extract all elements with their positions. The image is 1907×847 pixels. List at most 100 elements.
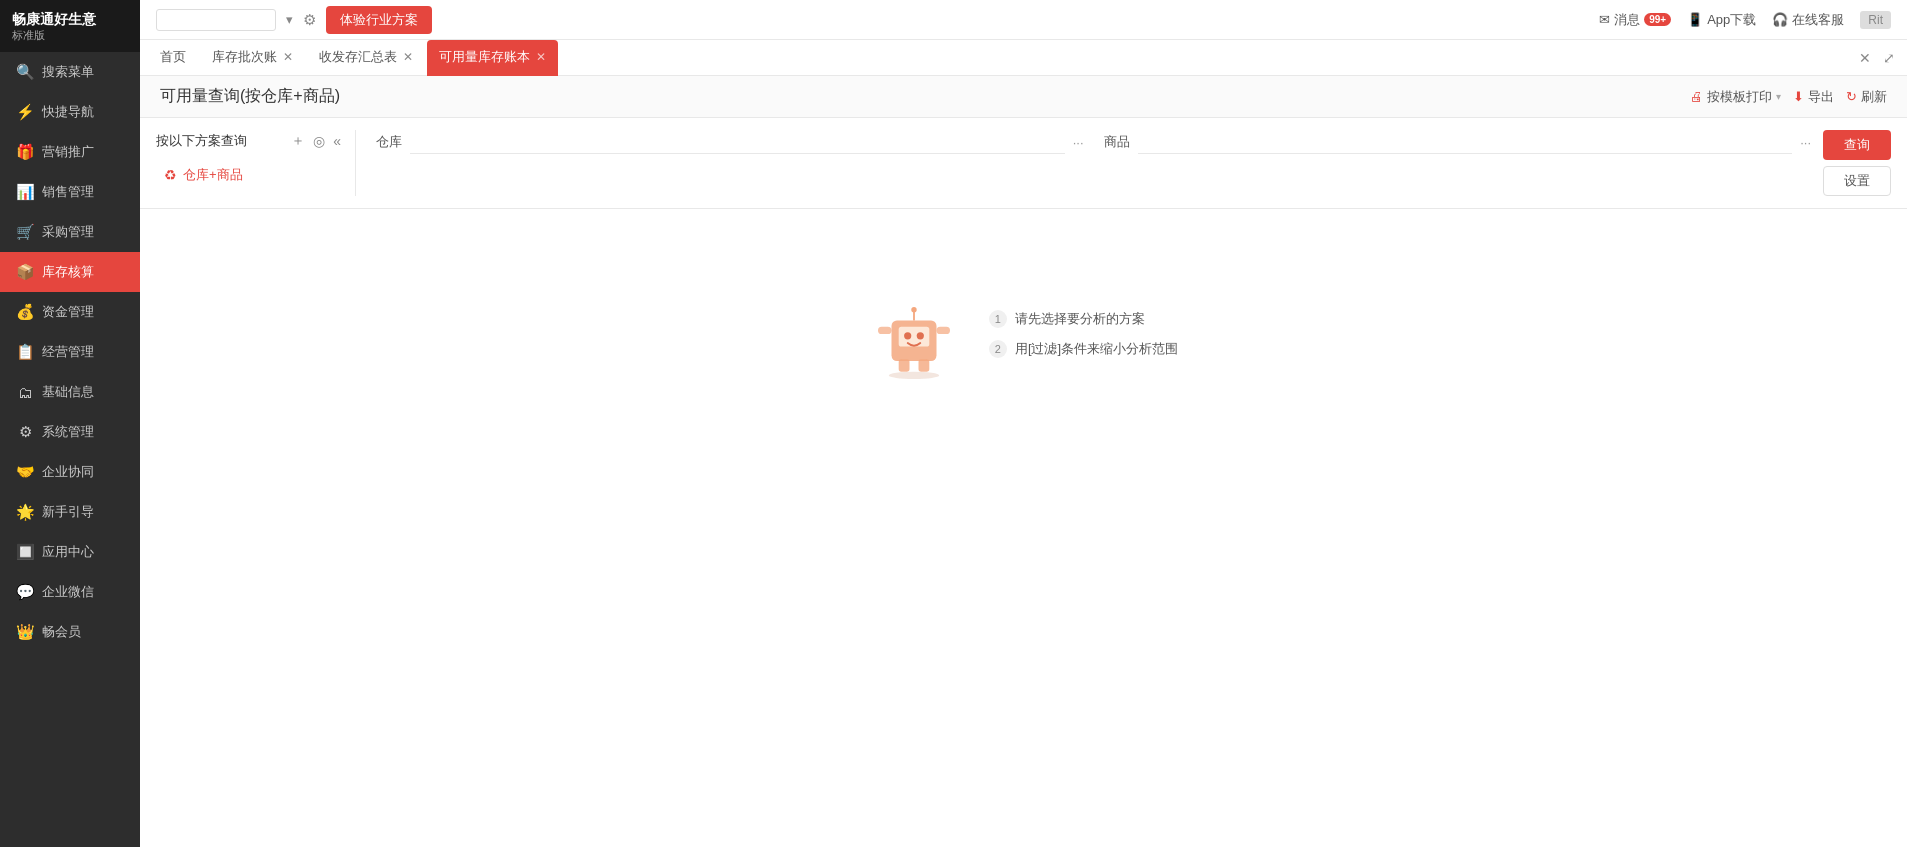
- product-label: 商品: [1104, 133, 1130, 151]
- sidebar-item-search[interactable]: 🔍 搜索菜单: [0, 52, 140, 92]
- sidebar-icon-shortcut: ⚡: [16, 103, 34, 121]
- close-window-icon[interactable]: ✕: [1855, 50, 1875, 66]
- tab-label-available: 可用量库存账本: [439, 48, 530, 66]
- sidebar-label-shortcut: 快捷导航: [42, 103, 94, 121]
- messages-badge: 99+: [1644, 13, 1671, 26]
- empty-tip-2: 2 用[过滤]条件来缩小分析范围: [989, 340, 1178, 358]
- tip-2-text: 用[过滤]条件来缩小分析范围: [1015, 340, 1178, 358]
- page-header: 可用量查询(按仓库+商品) 🖨 按模板打印 ▾ ⬇ 导出 ↻ 刷新: [140, 76, 1907, 118]
- refresh-icon: ↻: [1846, 89, 1857, 104]
- refresh-button[interactable]: ↻ 刷新: [1846, 88, 1887, 106]
- tab-home[interactable]: 首页: [148, 40, 198, 76]
- svg-point-3: [917, 332, 924, 339]
- scheme-label: 按以下方案查询: [156, 132, 247, 150]
- trial-button[interactable]: 体验行业方案: [326, 6, 432, 34]
- sidebar-item-purchase[interactable]: 🛒 采购管理: [0, 212, 140, 252]
- sidebar-item-wechat[interactable]: 💬 企业微信: [0, 572, 140, 612]
- app-name: 畅康通好生意: [12, 10, 128, 28]
- tab-batch[interactable]: 库存批次账 ✕: [200, 40, 305, 76]
- empty-state: 1 请先选择要分析的方案 2 用[过滤]条件来缩小分析范围: [140, 209, 1907, 459]
- print-label: 按模板打印: [1707, 88, 1772, 106]
- tip-num-2: 2: [989, 340, 1007, 358]
- sidebar-item-enterprise[interactable]: 🤝 企业协同: [0, 452, 140, 492]
- empty-visual: 1 请先选择要分析的方案 2 用[过滤]条件来缩小分析范围: [869, 289, 1178, 379]
- topbar-dropdown-icon[interactable]: ▾: [286, 12, 293, 27]
- print-button[interactable]: 🖨 按模板打印 ▾: [1690, 88, 1781, 106]
- app-version: 标准版: [12, 28, 128, 42]
- sidebar-item-marketing[interactable]: 🎁 营销推广: [0, 132, 140, 172]
- svg-rect-9: [918, 359, 929, 372]
- sidebar-item-shortcut[interactable]: ⚡ 快捷导航: [0, 92, 140, 132]
- topbar-gear-icon[interactable]: ⚙: [303, 11, 316, 29]
- tab-label-summary: 收发存汇总表: [319, 48, 397, 66]
- sidebar-item-basic[interactable]: 🗂 基础信息: [0, 372, 140, 412]
- filter-row: 仓库 ··· 商品 ···: [376, 130, 1811, 154]
- user-avatar[interactable]: Rit: [1860, 11, 1891, 29]
- sidebar-item-finance[interactable]: 💰 资金管理: [0, 292, 140, 332]
- sidebar-icon-enterprise: 🤝: [16, 463, 34, 481]
- tab-close-batch[interactable]: ✕: [283, 50, 293, 64]
- tabs-bar: 首页库存批次账 ✕ 收发存汇总表 ✕ 可用量库存账本 ✕ ✕ ⤢: [140, 40, 1907, 76]
- sidebar-icon-finance: 💰: [16, 303, 34, 321]
- sidebar-icon-guide: 🌟: [16, 503, 34, 521]
- tab-close-available[interactable]: ✕: [536, 50, 546, 64]
- tip-1-text: 请先选择要分析的方案: [1015, 310, 1145, 328]
- sidebar-item-system[interactable]: ⚙ 系统管理: [0, 412, 140, 452]
- svg-point-2: [904, 332, 911, 339]
- app-download-button[interactable]: 📱 App下载: [1687, 11, 1756, 29]
- svg-rect-6: [878, 327, 892, 334]
- scheme-item-warehouse-product[interactable]: ♻ 仓库+商品: [156, 160, 343, 190]
- topbar-search-input[interactable]: [156, 9, 276, 31]
- product-filter: 商品 ···: [1104, 130, 1812, 154]
- sidebar-item-operations[interactable]: 📋 经营管理: [0, 332, 140, 372]
- warehouse-input[interactable]: [410, 130, 1065, 154]
- sidebar-icon-purchase: 🛒: [16, 223, 34, 241]
- svg-rect-7: [936, 327, 950, 334]
- sidebar-label-sales: 销售管理: [42, 183, 94, 201]
- product-more-icon[interactable]: ···: [1800, 135, 1811, 150]
- sidebar-icon-basic: 🗂: [16, 384, 34, 401]
- scheme-add-button[interactable]: ＋: [289, 130, 307, 152]
- sidebar-icon-wechat: 💬: [16, 583, 34, 601]
- sidebar-icon-sales: 📊: [16, 183, 34, 201]
- export-button[interactable]: ⬇ 导出: [1793, 88, 1834, 106]
- scheme-settings-button[interactable]: ◎: [311, 130, 327, 152]
- page-content: 可用量查询(按仓库+商品) 🖨 按模板打印 ▾ ⬇ 导出 ↻ 刷新: [140, 76, 1907, 847]
- sidebar-item-member[interactable]: 👑 畅会员: [0, 612, 140, 652]
- tab-available[interactable]: 可用量库存账本 ✕: [427, 40, 558, 76]
- query-button[interactable]: 查询: [1823, 130, 1891, 160]
- sidebar-label-member: 畅会员: [42, 623, 81, 641]
- sidebar-icon-inventory: 📦: [16, 263, 34, 281]
- sidebar-icon-search: 🔍: [16, 63, 34, 81]
- sidebar-item-inventory[interactable]: 📦 库存核算: [0, 252, 140, 292]
- scheme-header: 按以下方案查询 ＋ ◎ «: [156, 130, 343, 152]
- sidebar-label-wechat: 企业微信: [42, 583, 94, 601]
- warehouse-more-icon[interactable]: ···: [1073, 135, 1084, 150]
- online-service-button[interactable]: 🎧 在线客服: [1772, 11, 1844, 29]
- sidebar-item-sales[interactable]: 📊 销售管理: [0, 172, 140, 212]
- scheme-item-icon: ♻: [164, 167, 177, 183]
- page-header-actions: 🖨 按模板打印 ▾ ⬇ 导出 ↻ 刷新: [1690, 88, 1887, 106]
- settings-button[interactable]: 设置: [1823, 166, 1891, 196]
- phone-icon: 📱: [1687, 12, 1703, 27]
- tip-num-1: 1: [989, 310, 1007, 328]
- message-icon: ✉: [1599, 12, 1610, 27]
- sidebar-icon-operations: 📋: [16, 343, 34, 361]
- messages-button[interactable]: ✉ 消息 99+: [1599, 11, 1671, 29]
- scheme-collapse-button[interactable]: «: [331, 130, 343, 152]
- app-download-label: App下载: [1707, 11, 1756, 29]
- product-input[interactable]: [1138, 130, 1793, 154]
- sidebar-item-appstore[interactable]: 🔲 应用中心: [0, 532, 140, 572]
- scheme-item-label: 仓库+商品: [183, 166, 243, 184]
- sidebar: 畅康通好生意 标准版 🔍 搜索菜单 ⚡ 快捷导航 🎁 营销推广 📊 销售管理 🛒…: [0, 0, 140, 847]
- tab-label-batch: 库存批次账: [212, 48, 277, 66]
- tab-close-summary[interactable]: ✕: [403, 50, 413, 64]
- sidebar-item-guide[interactable]: 🌟 新手引导: [0, 492, 140, 532]
- sidebar-label-operations: 经营管理: [42, 343, 94, 361]
- sidebar-icon-system: ⚙: [16, 423, 34, 441]
- print-dropdown-icon[interactable]: ▾: [1776, 91, 1781, 102]
- tab-summary[interactable]: 收发存汇总表 ✕: [307, 40, 425, 76]
- expand-window-icon[interactable]: ⤢: [1879, 50, 1899, 66]
- empty-tips: 1 请先选择要分析的方案 2 用[过滤]条件来缩小分析范围: [989, 310, 1178, 358]
- svg-point-10: [889, 372, 939, 379]
